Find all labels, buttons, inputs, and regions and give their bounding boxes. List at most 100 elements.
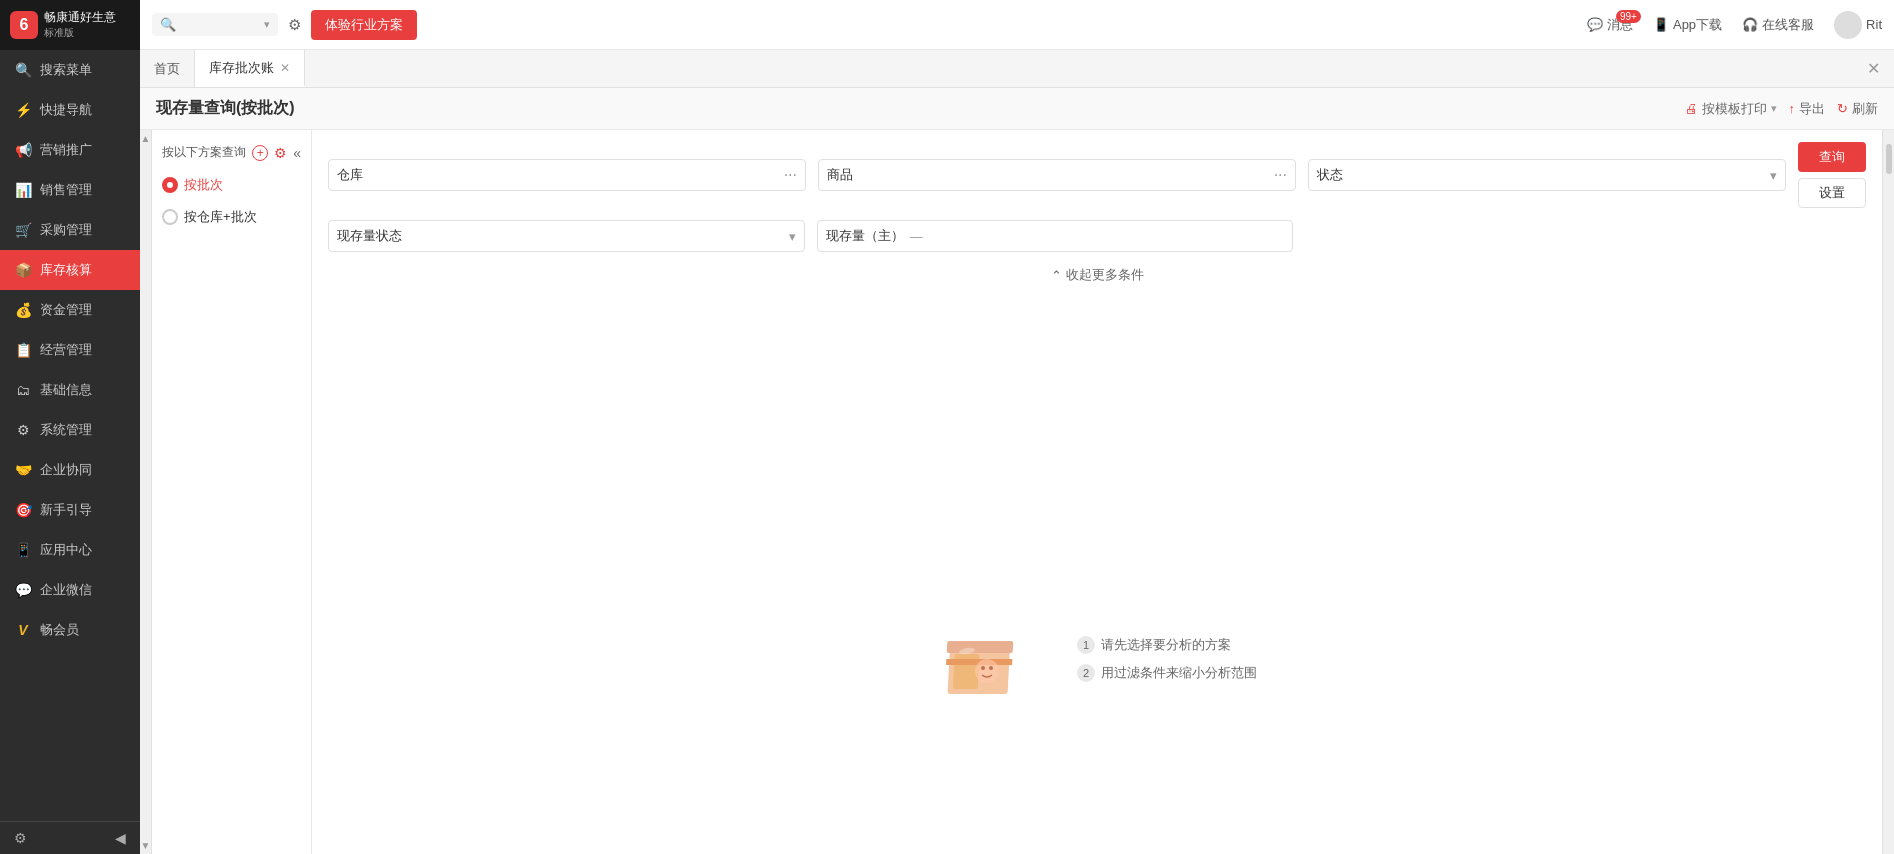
refresh-button[interactable]: ↻ 刷新 [1837, 100, 1878, 118]
wechat-icon: 💬 [14, 581, 32, 599]
sidebar-item-inventory[interactable]: 📦 库存核算 [0, 250, 140, 290]
empty-tip-2: 2 用过滤条件来缩小分析范围 [1077, 664, 1257, 682]
megaphone-icon: 📢 [14, 141, 32, 159]
sidebar-item-operation-label: 经营管理 [40, 341, 92, 359]
settings-footer-button[interactable]: ⚙ [14, 830, 27, 846]
sidebar-item-operation[interactable]: 📋 经营管理 [0, 330, 140, 370]
sidebar-item-wechat-label: 企业微信 [40, 581, 92, 599]
scroll-up-button[interactable]: ▲ [141, 130, 151, 147]
trial-button[interactable]: 体验行业方案 [311, 10, 417, 40]
sidebar-item-vip[interactable]: V 畅会员 [0, 610, 140, 650]
tab-close-icon[interactable]: ✕ [280, 61, 290, 75]
user-menu[interactable]: Rit [1834, 11, 1882, 39]
topbar-gear-icon[interactable]: ⚙ [288, 16, 301, 34]
app-download-button[interactable]: 📱 App下载 [1653, 16, 1722, 34]
empty-illustration [937, 609, 1037, 709]
search-chevron-icon: ▾ [264, 18, 270, 31]
product-dots-button[interactable]: ··· [1274, 166, 1287, 184]
scheme-item-warehouse-batch[interactable]: 按仓库+批次 [152, 201, 311, 233]
flash-icon: ⚡ [14, 101, 32, 119]
tab-home[interactable]: 首页 [140, 50, 195, 87]
tab-inventory-batch[interactable]: 库存批次账 ✕ [195, 50, 305, 87]
gear-icon: ⚙ [14, 421, 32, 439]
refresh-icon: ↻ [1837, 101, 1848, 116]
sidebar-item-finance[interactable]: 💰 资金管理 [0, 290, 140, 330]
app-logo: 6 [10, 11, 38, 39]
scheme-item-batch[interactable]: 按批次 [152, 169, 311, 201]
cart-icon: 🛒 [14, 221, 32, 239]
product-label: 商品 [827, 166, 853, 184]
collapse-chevron-icon: ⌃ [1051, 268, 1062, 283]
product-input[interactable] [859, 168, 1268, 183]
collapse-sidebar-button[interactable]: ◀ [115, 830, 126, 846]
collapse-filters-button[interactable]: ⌃ 收起更多条件 [328, 260, 1866, 290]
clipboard-icon: 📋 [14, 341, 32, 359]
export-button[interactable]: ↑ 导出 [1789, 100, 1826, 118]
print-icon: 🖨 [1685, 101, 1698, 116]
svg-rect-1 [947, 641, 1014, 653]
scheme-dot-empty-icon [162, 209, 178, 225]
target-icon: 🎯 [14, 501, 32, 519]
inventory-qty-filter[interactable]: 现存量（主） — [817, 220, 1294, 252]
sidebar-item-quick-label: 快捷导航 [40, 101, 92, 119]
message-icon: 💬 [1587, 17, 1603, 32]
sidebar-item-newbie[interactable]: 🎯 新手引导 [0, 490, 140, 530]
topbar: 🔍 ▾ ⚙ 体验行业方案 💬 消息 99+ 📱 App下载 🎧 在线客服 Rit [140, 0, 1894, 50]
export-label: 导出 [1799, 100, 1825, 118]
sidebar-item-enterprise[interactable]: 🤝 企业协同 [0, 450, 140, 490]
sidebar-item-vip-label: 畅会员 [40, 621, 79, 639]
scheme-settings-button[interactable]: ⚙ [274, 145, 287, 161]
empty-svg [937, 609, 1037, 709]
empty-tip-1: 1 请先选择要分析的方案 [1077, 636, 1257, 654]
search-box-icon: 🔍 [160, 17, 176, 32]
search-icon: 🔍 [14, 61, 32, 79]
sidebar-item-marketing[interactable]: 📢 营销推广 [0, 130, 140, 170]
sidebar-nav: 🔍 搜索菜单 ⚡ 快捷导航 📢 营销推广 📊 销售管理 🛒 采购管理 📦 库存核… [0, 50, 140, 821]
inventory-status-filter[interactable]: 现存量状态 ▾ [328, 220, 805, 252]
tab-close-all-button[interactable]: ✕ [1853, 59, 1894, 78]
app-version: 标准版 [44, 26, 116, 40]
print-button[interactable]: 🖨 按模板打印 ▾ [1685, 100, 1777, 118]
search-box[interactable]: 🔍 ▾ [152, 13, 278, 36]
sidebar-item-purchase[interactable]: 🛒 采购管理 [0, 210, 140, 250]
warehouse-input[interactable] [369, 168, 778, 183]
svg-point-5 [975, 659, 999, 683]
empty-state: 1 请先选择要分析的方案 2 用过滤条件来缩小分析范围 [312, 464, 1882, 854]
warehouse-dots-button[interactable]: ··· [784, 166, 797, 184]
inventory-qty-label: 现存量（主） [826, 227, 904, 245]
sidebar-item-appstore[interactable]: 📱 应用中心 [0, 530, 140, 570]
user-avatar [1834, 11, 1862, 39]
refresh-label: 刷新 [1852, 100, 1878, 118]
sidebar-item-wechat[interactable]: 💬 企业微信 [0, 570, 140, 610]
main-area: 🔍 ▾ ⚙ 体验行业方案 💬 消息 99+ 📱 App下载 🎧 在线客服 Rit [140, 0, 1894, 854]
inventory-status-chevron-icon: ▾ [789, 229, 796, 244]
sidebar-item-search[interactable]: 🔍 搜索菜单 [0, 50, 140, 90]
sidebar-item-marketing-label: 营销推广 [40, 141, 92, 159]
scheme-collapse-button[interactable]: « [293, 145, 301, 161]
app-name: 畅康通好生意 [44, 10, 116, 26]
warehouse-filter[interactable]: 仓库 ··· [328, 159, 806, 191]
online-service-button[interactable]: 🎧 在线客服 [1742, 16, 1814, 34]
message-button[interactable]: 💬 消息 99+ [1587, 16, 1633, 34]
scroll-down-button[interactable]: ▼ [141, 837, 151, 854]
sidebar-item-sales[interactable]: 📊 销售管理 [0, 170, 140, 210]
scheme-add-button[interactable]: + [252, 145, 268, 161]
scheme-header-actions: + ⚙ « [252, 145, 301, 161]
product-filter[interactable]: 商品 ··· [818, 159, 1296, 191]
query-button[interactable]: 查询 [1798, 142, 1866, 172]
sidebar-item-search-label: 搜索菜单 [40, 61, 92, 79]
tabbar: 首页 库存批次账 ✕ ✕ [140, 50, 1894, 88]
box-icon: 📦 [14, 261, 32, 279]
sidebar-item-enterprise-label: 企业协同 [40, 461, 92, 479]
sidebar-item-quick[interactable]: ⚡ 快捷导航 [0, 90, 140, 130]
export-icon: ↑ [1789, 101, 1796, 116]
sidebar-item-appstore-label: 应用中心 [40, 541, 92, 559]
sidebar-item-basic[interactable]: 🗂 基础信息 [0, 370, 140, 410]
app-info: 畅康通好生意 标准版 [44, 10, 116, 40]
search-input[interactable] [180, 18, 260, 32]
settings-button[interactable]: 设置 [1798, 178, 1866, 208]
scrollbar-thumb[interactable] [1886, 144, 1892, 174]
sidebar-item-system[interactable]: ⚙ 系统管理 [0, 410, 140, 450]
scheme-item-warehouse-batch-label: 按仓库+批次 [184, 208, 257, 226]
status-filter[interactable]: 状态 ▾ [1308, 159, 1786, 191]
